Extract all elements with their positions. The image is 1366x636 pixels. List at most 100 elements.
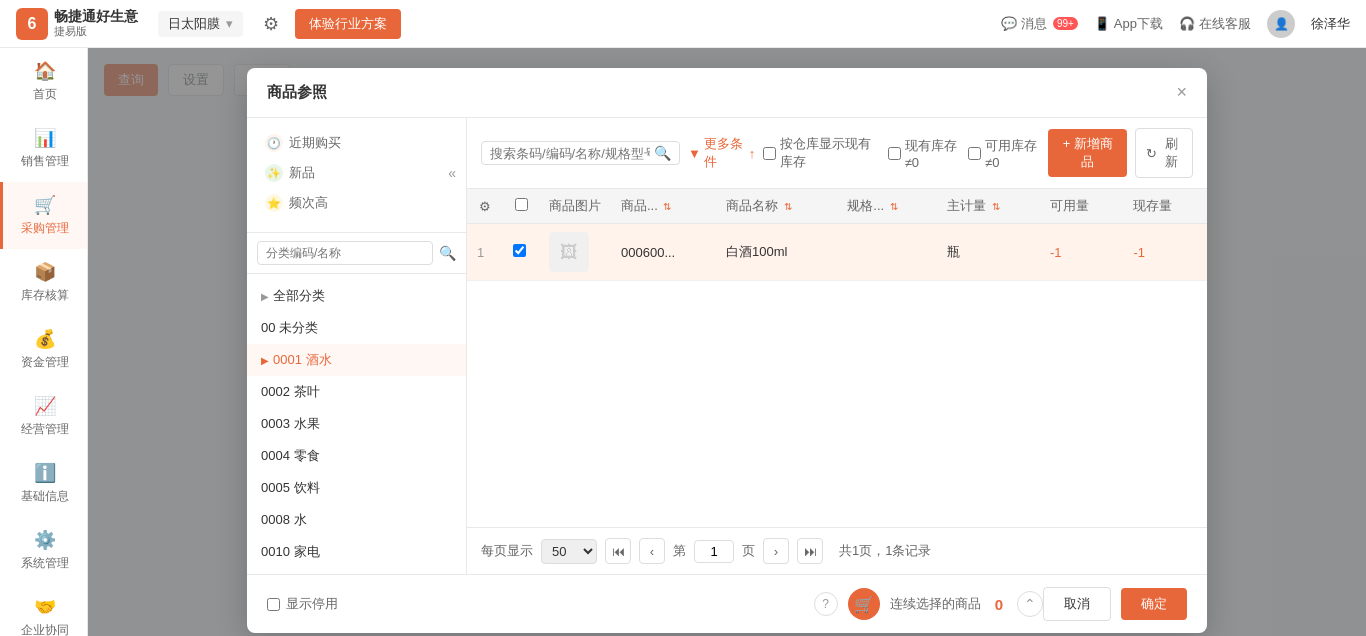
category-00[interactable]: 00 未分类 (247, 312, 466, 344)
quick-links-container: 🕐 近期购买 ✨ 新品 ⭐ 频次高 (257, 128, 448, 218)
add-product-button[interactable]: + 新增商品 (1048, 129, 1127, 177)
show-disabled-checkbox[interactable] (267, 598, 280, 611)
sidebar-label-operations: 经营管理 (21, 421, 69, 438)
th-product-code[interactable]: 商品... ⇅ (611, 189, 716, 224)
usable-stock-checkbox[interactable] (968, 147, 981, 160)
basic-info-icon: ℹ️ (34, 462, 56, 484)
category-0001-label: 0001 酒水 (273, 351, 332, 369)
new-icon: ✨ (265, 164, 283, 182)
th-unit[interactable]: 主计量 ⇅ (937, 189, 1040, 224)
sidebar-item-enterprise[interactable]: 🤝 企业协同 (0, 584, 87, 636)
store-selector[interactable]: 日太阳膜 ▾ (158, 11, 243, 37)
category-0003[interactable]: 0003 水果 (247, 408, 466, 440)
sidebar-item-inventory[interactable]: 📦 库存核算 (0, 249, 87, 316)
sidebar-label-purchase: 采购管理 (21, 220, 69, 237)
row-code: 000600... (611, 224, 716, 281)
page-label: 第 (673, 542, 686, 560)
collapse-button[interactable]: « (448, 165, 456, 181)
table-row[interactable]: 1 🖼 000600... 白酒100ml (467, 224, 1207, 281)
confirm-button[interactable]: 确定 (1121, 588, 1187, 620)
category-0010[interactable]: 0010 家电 (247, 536, 466, 568)
page-number-input[interactable] (694, 540, 734, 563)
avatar: 👤 (1267, 10, 1295, 38)
pagination-bar: 每页显示 20 50 100 ⏮ ‹ 第 页 › (467, 527, 1207, 574)
cart-area: ? 🛒 连续选择的商品 0 ⌃ (814, 588, 1043, 620)
app-download-button[interactable]: 📱 App下载 (1094, 15, 1163, 33)
refresh-button[interactable]: ↻ 刷新 (1135, 128, 1193, 178)
cart-button[interactable]: 🛒 (848, 588, 880, 620)
online-service-button[interactable]: 🎧 在线客服 (1179, 15, 1251, 33)
warehouse-filter-check[interactable]: 按仓库显示现有库存 (763, 135, 879, 171)
sidebar-item-operations[interactable]: 📈 经营管理 (0, 383, 87, 450)
sidebar-item-purchase[interactable]: 🛒 采购管理 (0, 182, 87, 249)
available-stock-checkbox[interactable] (888, 147, 901, 160)
page-total: 共1页，1条记录 (839, 542, 931, 560)
store-selector-arrow: ▾ (226, 16, 233, 31)
category-0002[interactable]: 0002 茶叶 (247, 376, 466, 408)
row-num: 1 (467, 224, 503, 281)
cart-label: 连续选择的商品 (890, 595, 981, 613)
quick-link-frequent-label: 频次高 (289, 194, 328, 212)
category-all[interactable]: ▶ 全部分类 (247, 280, 466, 312)
settings-icon[interactable]: ⚙ (255, 8, 287, 40)
quick-link-new[interactable]: ✨ 新品 (257, 158, 448, 188)
cancel-button[interactable]: 取消 (1043, 587, 1111, 621)
warehouse-checkbox[interactable] (763, 147, 776, 160)
left-panel: 🕐 近期购买 ✨ 新品 ⭐ 频次高 (247, 118, 467, 574)
help-icon[interactable]: ? (814, 592, 838, 616)
online-service-label: 在线客服 (1199, 15, 1251, 33)
modal-overlay: 商品参照 × 🕐 近期购买 (88, 48, 1366, 636)
quick-link-new-label: 新品 (289, 164, 315, 182)
usable-stock-check[interactable]: 可用库存≠0 (968, 137, 1040, 170)
modal-close-button[interactable]: × (1176, 82, 1187, 103)
category-0003-label: 0003 水果 (261, 415, 320, 433)
category-search-input[interactable] (257, 241, 433, 265)
th-product-name[interactable]: 商品名称 ⇅ (716, 189, 837, 224)
refresh-label: 刷新 (1161, 135, 1182, 171)
mobile-icon: 📱 (1094, 16, 1110, 31)
purchase-icon: 🛒 (34, 194, 56, 216)
category-search-bar: 🔍 (247, 233, 466, 274)
product-search-box: 🔍 (481, 141, 680, 165)
finance-icon: 💰 (34, 328, 56, 350)
top-nav: 6 畅捷通好生意 捷易版 日太阳膜 ▾ ⚙ 体验行业方案 💬 消息 99+ 📱 … (0, 0, 1366, 48)
product-image: 🖼 (549, 232, 589, 272)
category-0008[interactable]: 0008 水 (247, 504, 466, 536)
content-area: 查询 设置 刷新 商品参照 × (88, 48, 1366, 636)
sidebar-label-basic-info: 基础信息 (21, 488, 69, 505)
fold-cart-button[interactable]: ⌃ (1017, 591, 1043, 617)
category-0004-label: 0004 零食 (261, 447, 320, 465)
category-0004[interactable]: 0004 零食 (247, 440, 466, 472)
category-search-icon[interactable]: 🔍 (439, 245, 456, 261)
sidebar-label-system: 系统管理 (21, 555, 69, 572)
sidebar-item-finance[interactable]: 💰 资金管理 (0, 316, 87, 383)
available-stock-check[interactable]: 现有库存≠0 (888, 137, 960, 170)
category-0001[interactable]: ▶ 0001 酒水 (247, 344, 466, 376)
sidebar-item-sales[interactable]: 📊 销售管理 (0, 115, 87, 182)
prev-page-button[interactable]: ‹ (639, 538, 665, 564)
experience-button[interactable]: 体验行业方案 (295, 9, 401, 39)
sidebar-item-home[interactable]: 🏠 首页 (0, 48, 87, 115)
th-settings[interactable]: ⚙ (467, 189, 503, 224)
last-page-button[interactable]: ⏭ (797, 538, 823, 564)
product-search-icon[interactable]: 🔍 (654, 145, 671, 161)
category-0005[interactable]: 0005 饮料 (247, 472, 466, 504)
first-page-button[interactable]: ⏮ (605, 538, 631, 564)
th-product-image: 商品图片 (539, 189, 611, 224)
row-checkbox[interactable] (513, 244, 526, 257)
th-spec[interactable]: 规格... ⇅ (837, 189, 937, 224)
th-checkbox (503, 189, 539, 224)
more-filters-button[interactable]: ▼ 更多条件 ↑ (688, 135, 755, 171)
quick-link-recent[interactable]: 🕐 近期购买 (257, 128, 448, 158)
sidebar-label-inventory: 库存核算 (21, 287, 69, 304)
show-disabled-toggle[interactable]: 显示停用 (267, 595, 338, 613)
per-page-select[interactable]: 20 50 100 (541, 539, 597, 564)
next-page-button[interactable]: › (763, 538, 789, 564)
sidebar-item-basic-info[interactable]: ℹ️ 基础信息 (0, 450, 87, 517)
message-button[interactable]: 💬 消息 99+ (1001, 15, 1078, 33)
select-all-checkbox[interactable] (515, 198, 528, 211)
logo-area: 6 畅捷通好生意 捷易版 (16, 8, 138, 40)
product-search-input[interactable] (490, 146, 650, 161)
sidebar-item-system[interactable]: ⚙️ 系统管理 (0, 517, 87, 584)
quick-link-frequent[interactable]: ⭐ 频次高 (257, 188, 448, 218)
